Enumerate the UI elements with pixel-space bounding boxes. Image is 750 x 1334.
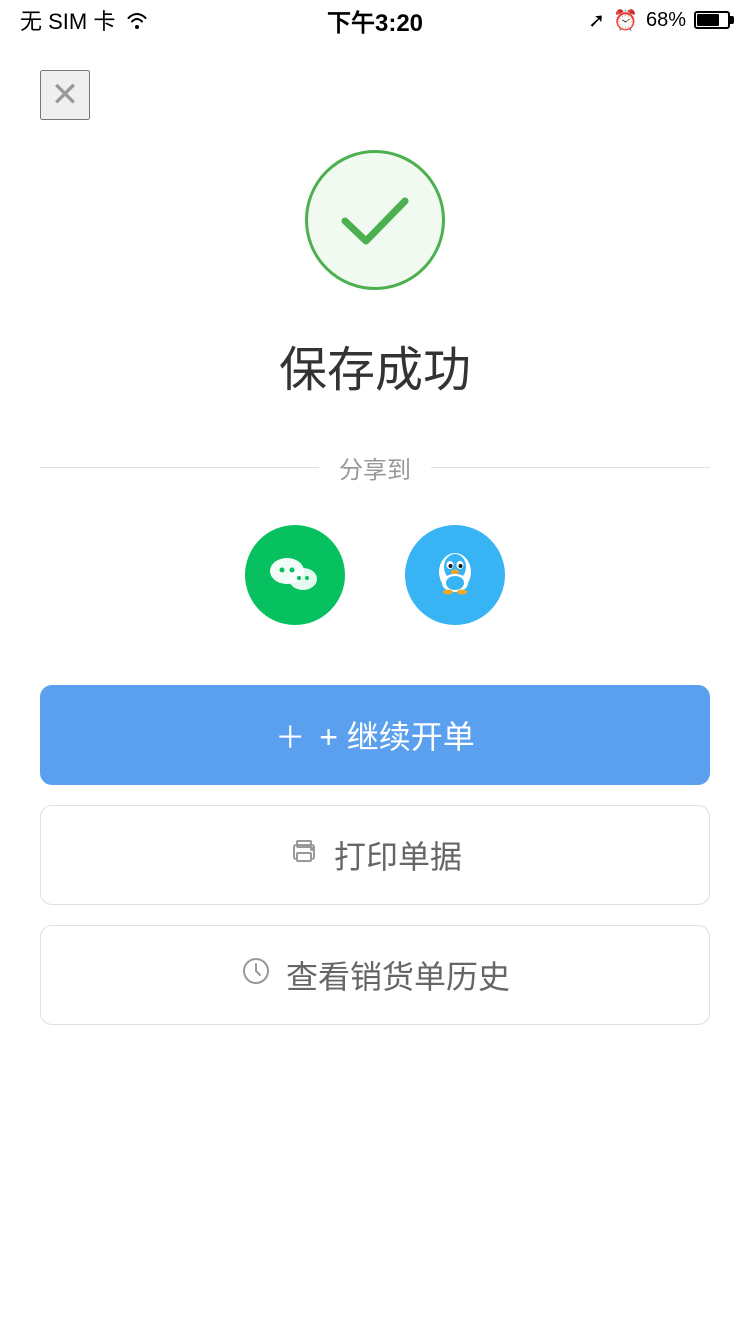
wifi-icon xyxy=(125,11,149,29)
battery-icon-container xyxy=(694,11,730,29)
battery-icon xyxy=(694,11,730,29)
status-time: 下午3:20 xyxy=(327,3,423,38)
qq-icon xyxy=(425,545,485,605)
action-buttons: ＋ + 继续开单 打印单据 查看销货单历史 xyxy=(40,685,710,1025)
checkmark-icon xyxy=(340,193,410,248)
history-icon xyxy=(240,955,272,995)
status-left: 无 SIM 卡 xyxy=(20,4,149,36)
main-content: ✕ 保存成功 分享到 xyxy=(0,40,750,1334)
close-button[interactable]: ✕ xyxy=(40,70,90,120)
wechat-icon xyxy=(265,545,325,605)
share-divider: 分享到 xyxy=(40,450,710,485)
success-title: 保存成功 xyxy=(279,330,471,400)
divider-line-right xyxy=(431,467,710,468)
continue-order-label: + 继续开单 xyxy=(319,712,475,758)
printer-icon xyxy=(288,835,320,875)
status-bar: 无 SIM 卡 下午3:20 ➚ ⏰ 68% xyxy=(0,0,750,40)
alarm-icon: ⏰ xyxy=(613,8,638,33)
location-icon: ➚ xyxy=(588,8,605,33)
print-label: 打印单据 xyxy=(334,832,462,878)
divider-line-left xyxy=(40,467,319,468)
continue-order-button[interactable]: ＋ + 继续开单 xyxy=(40,685,710,785)
history-button[interactable]: 查看销货单历史 xyxy=(40,925,710,1025)
success-icon-container xyxy=(305,150,445,290)
wechat-share-button[interactable] xyxy=(245,525,345,625)
share-icons xyxy=(245,525,505,625)
history-label: 查看销货单历史 xyxy=(286,952,510,998)
battery-fill xyxy=(697,14,719,26)
battery-percent: 68% xyxy=(646,9,686,32)
print-button[interactable]: 打印单据 xyxy=(40,805,710,905)
close-icon: ✕ xyxy=(51,78,80,112)
plus-icon: ＋ xyxy=(275,713,305,757)
qq-share-button[interactable] xyxy=(405,525,505,625)
carrier-text: 无 SIM 卡 xyxy=(20,4,115,36)
status-right: ➚ ⏰ 68% xyxy=(588,8,730,33)
share-label: 分享到 xyxy=(339,450,411,485)
